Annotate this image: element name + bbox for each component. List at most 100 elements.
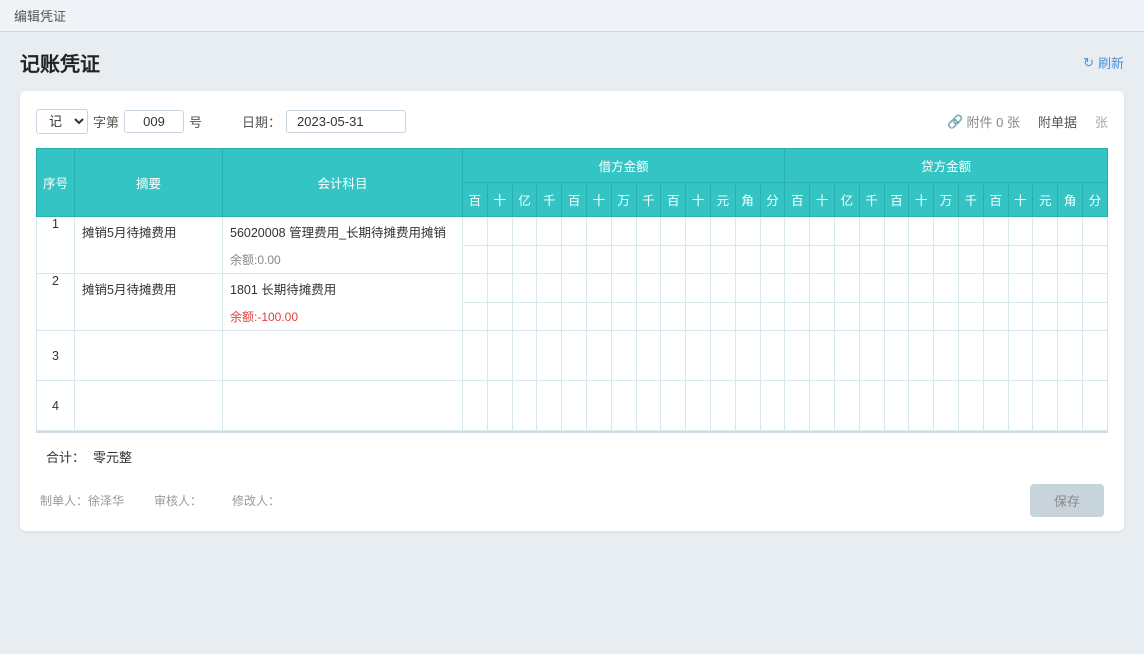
d1-c16[interactable] — [859, 217, 884, 246]
d4-c6[interactable] — [611, 381, 636, 431]
d2-c22[interactable] — [1008, 274, 1033, 303]
summary-cell-3[interactable] — [75, 331, 223, 381]
voucher-number-input[interactable] — [124, 110, 184, 133]
d3-c13[interactable] — [785, 331, 810, 381]
d3-c0[interactable] — [463, 331, 488, 381]
d2-c25[interactable] — [1082, 274, 1107, 303]
d1-c18[interactable] — [909, 217, 934, 246]
d2-c1[interactable] — [487, 274, 512, 303]
d1-c17[interactable] — [884, 217, 909, 246]
d1-c20[interactable] — [958, 217, 983, 246]
d2-c0[interactable] — [463, 274, 488, 303]
d4-c10[interactable] — [710, 381, 735, 431]
d3-c20[interactable] — [958, 331, 983, 381]
summary-cell-2[interactable]: 摊销5月待摊费用 — [75, 274, 223, 331]
d3-c2[interactable] — [512, 331, 537, 381]
d2-c11[interactable] — [735, 274, 760, 303]
summary-cell[interactable]: 摊销5月待摊费用 — [75, 217, 223, 274]
d3-c19[interactable] — [934, 331, 959, 381]
d2-c3[interactable] — [537, 274, 562, 303]
d1-c3[interactable] — [537, 217, 562, 246]
d1-c12[interactable] — [760, 217, 785, 246]
d3-c21[interactable] — [983, 331, 1008, 381]
d1-c9[interactable] — [686, 217, 711, 246]
d2-c15[interactable] — [834, 274, 859, 303]
d1-c2[interactable] — [512, 217, 537, 246]
d4-c23[interactable] — [1033, 381, 1058, 431]
d3-c12[interactable] — [760, 331, 785, 381]
d4-c24[interactable] — [1058, 381, 1083, 431]
account-cell-1[interactable]: 56020008 管理费用_长期待摊费用摊销 余额:0.00 — [223, 217, 463, 274]
attachment-link[interactable]: 🔗 附件 0 张 — [947, 112, 1020, 131]
d3-c22[interactable] — [1008, 331, 1033, 381]
d4-c16[interactable] — [859, 381, 884, 431]
summary-cell-4[interactable] — [75, 381, 223, 431]
d2-c2[interactable] — [512, 274, 537, 303]
d1-c25[interactable] — [1082, 217, 1107, 246]
d2-c16[interactable] — [859, 274, 884, 303]
d2-c18[interactable] — [909, 274, 934, 303]
d2-c23[interactable] — [1033, 274, 1058, 303]
d3-c15[interactable] — [834, 331, 859, 381]
d1-c0[interactable] — [463, 217, 488, 246]
d2-c8[interactable] — [661, 274, 686, 303]
d4-c1[interactable] — [487, 381, 512, 431]
d2-c19[interactable] — [934, 274, 959, 303]
d2-c10[interactable] — [710, 274, 735, 303]
date-input[interactable] — [286, 110, 406, 133]
d1-c6[interactable] — [611, 217, 636, 246]
d3-c16[interactable] — [859, 331, 884, 381]
d2-c14[interactable] — [810, 274, 835, 303]
d3-c1[interactable] — [487, 331, 512, 381]
d4-c3[interactable] — [537, 381, 562, 431]
d3-c11[interactable] — [735, 331, 760, 381]
d3-c4[interactable] — [562, 331, 587, 381]
d2-c17[interactable] — [884, 274, 909, 303]
d3-c6[interactable] — [611, 331, 636, 381]
d2-c13[interactable] — [785, 274, 810, 303]
d1-c14[interactable] — [810, 217, 835, 246]
d2-c4[interactable] — [562, 274, 587, 303]
d1-c15[interactable] — [834, 217, 859, 246]
d1-c7[interactable] — [636, 217, 661, 246]
d4-c2[interactable] — [512, 381, 537, 431]
voucher-type-select[interactable]: 记 — [36, 109, 88, 134]
d1-c24[interactable] — [1058, 217, 1083, 246]
attach-single-btn[interactable]: 附单据 — [1038, 112, 1077, 131]
d4-c14[interactable] — [810, 381, 835, 431]
d1-c11[interactable] — [735, 217, 760, 246]
d2-c12[interactable] — [760, 274, 785, 303]
d2-c7[interactable] — [636, 274, 661, 303]
d4-c17[interactable] — [884, 381, 909, 431]
d3-c23[interactable] — [1033, 331, 1058, 381]
d4-c21[interactable] — [983, 381, 1008, 431]
d3-c8[interactable] — [661, 331, 686, 381]
d4-c0[interactable] — [463, 381, 488, 431]
d1-c19[interactable] — [934, 217, 959, 246]
d2-c5[interactable] — [586, 274, 611, 303]
d1-c1[interactable] — [487, 217, 512, 246]
d3-c10[interactable] — [710, 331, 735, 381]
d4-c15[interactable] — [834, 381, 859, 431]
d4-c12[interactable] — [760, 381, 785, 431]
d2-c20[interactable] — [958, 274, 983, 303]
d3-c5[interactable] — [586, 331, 611, 381]
d1-c8[interactable] — [661, 217, 686, 246]
d4-c8[interactable] — [661, 381, 686, 431]
d1-c10[interactable] — [710, 217, 735, 246]
d4-c19[interactable] — [934, 381, 959, 431]
d4-c9[interactable] — [686, 381, 711, 431]
d4-c4[interactable] — [562, 381, 587, 431]
d1-c21[interactable] — [983, 217, 1008, 246]
d2-c21[interactable] — [983, 274, 1008, 303]
d3-c9[interactable] — [686, 331, 711, 381]
d3-c18[interactable] — [909, 331, 934, 381]
account-cell-2[interactable]: 1801 长期待摊费用 余额:-100.00 — [223, 274, 463, 331]
d2-c6[interactable] — [611, 274, 636, 303]
d4-c7[interactable] — [636, 381, 661, 431]
d3-c3[interactable] — [537, 331, 562, 381]
d3-c25[interactable] — [1082, 331, 1107, 381]
d1-c23[interactable] — [1033, 217, 1058, 246]
d4-c11[interactable] — [735, 381, 760, 431]
d1-c13[interactable] — [785, 217, 810, 246]
